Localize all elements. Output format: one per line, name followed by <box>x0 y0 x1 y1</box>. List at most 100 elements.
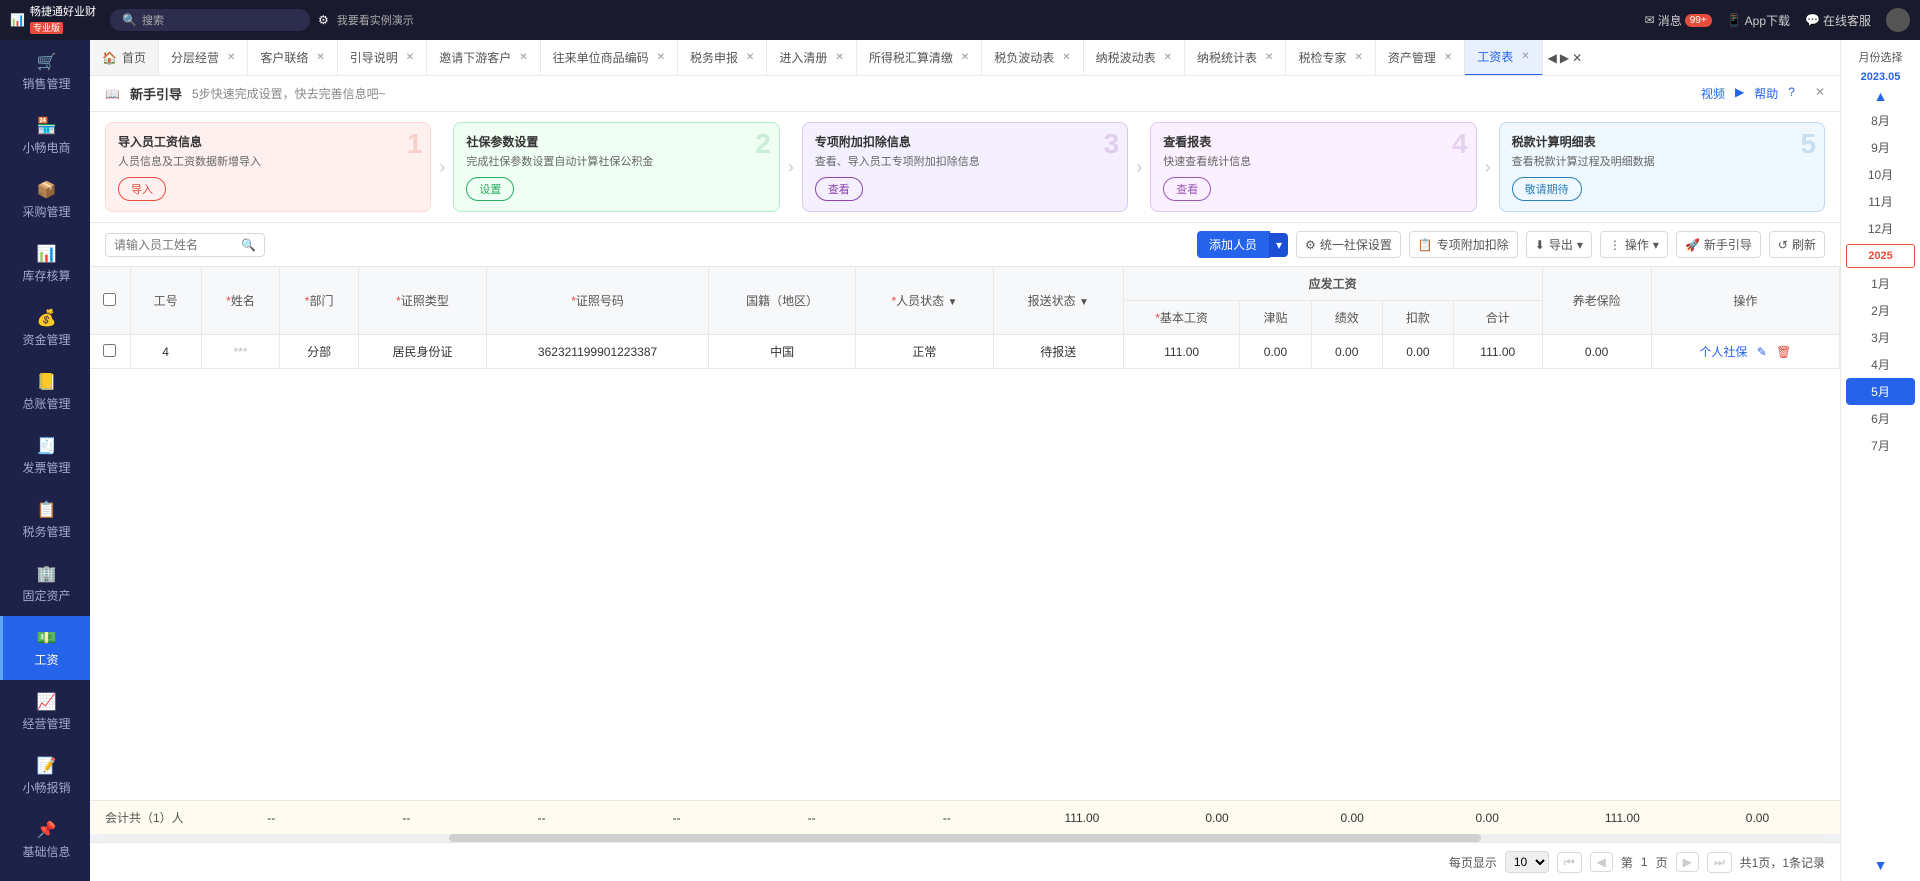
action-delete[interactable]: 🗑 <box>1776 345 1791 359</box>
tab-salary-table[interactable]: 工资表 ✕ <box>1465 40 1542 76</box>
month-8[interactable]: 8月 <box>1841 107 1920 134</box>
special-deduction-button[interactable]: 📋 专项附加扣除 <box>1409 231 1518 258</box>
sidebar-item-assets[interactable]: 🏢 固定资产 <box>0 552 90 616</box>
unified-settings-button[interactable]: ⚙ 统一社保设置 <box>1296 231 1401 258</box>
month-12[interactable]: 12月 <box>1841 215 1920 242</box>
sidebar-item-salary[interactable]: 💵 工资 <box>0 616 90 680</box>
tab-clearbook[interactable]: 进入清册 ✕ <box>767 40 856 76</box>
prev-page-button[interactable]: ◀ <box>1590 852 1613 872</box>
select-all-checkbox[interactable] <box>103 293 116 306</box>
month-5[interactable]: 5月 <box>1846 378 1915 405</box>
step-card-5: 5 税款计算明细表 查看税款计算过程及明细数据 敬请期待 <box>1499 122 1825 212</box>
sidebar-item-sales[interactable]: 🛒 销售管理 <box>0 40 90 104</box>
month-up-button[interactable]: ▲ <box>1871 85 1891 107</box>
operations-button[interactable]: ⋮ 操作 ▾ <box>1600 231 1668 258</box>
month-11[interactable]: 11月 <box>1841 188 1920 215</box>
step-btn-1[interactable]: 导入 <box>118 177 166 201</box>
tab-distribution-close[interactable]: ✕ <box>227 52 235 63</box>
tab-tax-expert-close[interactable]: ✕ <box>1354 52 1362 63</box>
tab-next-button[interactable]: ▶ <box>1560 51 1569 65</box>
tab-tax-reduce[interactable]: 税负波动表 ✕ <box>982 40 1083 76</box>
month-9[interactable]: 9月 <box>1841 134 1920 161</box>
tab-tax-report[interactable]: 税务申报 ✕ <box>678 40 767 76</box>
page-size-select[interactable]: 10 20 50 <box>1505 851 1549 873</box>
tab-intro-close[interactable]: ✕ <box>406 52 414 63</box>
sidebar-item-ledger[interactable]: 📒 总账管理 <box>0 360 90 424</box>
tab-distribution[interactable]: 分层经营 ✕ <box>159 40 248 76</box>
month-4[interactable]: 4月 <box>1841 351 1920 378</box>
sidebar-item-purchase[interactable]: 📦 采购管理 <box>0 168 90 232</box>
month-1[interactable]: 1月 <box>1841 270 1920 297</box>
sidebar-item-invoice[interactable]: 🧾 发票管理 <box>0 424 90 488</box>
action-personal-insurance[interactable]: 个人社保 <box>1699 345 1747 359</box>
tab-close-all-button[interactable]: ✕ <box>1572 51 1582 65</box>
search-employee-box[interactable]: 🔍 <box>105 233 265 257</box>
last-page-button[interactable]: ⏭ <box>1707 852 1732 873</box>
step-num-5: 5 <box>1800 128 1816 160</box>
sidebar-item-finance[interactable]: 💰 资金管理 <box>0 296 90 360</box>
tab-tax-count-close[interactable]: ✕ <box>1265 52 1273 63</box>
action-edit[interactable]: ✎ <box>1757 345 1767 359</box>
tab-invite[interactable]: 邀请下游客户 ✕ <box>427 40 540 76</box>
tab-tax-calc[interactable]: 所得税汇算清缴 ✕ <box>857 40 982 76</box>
settings-icon[interactable]: ⚙ <box>318 13 329 27</box>
tab-tax-report-close[interactable]: ✕ <box>746 52 754 63</box>
tab-tax-expert[interactable]: 税检专家 ✕ <box>1286 40 1375 76</box>
app-download-button[interactable]: 📱 App下载 <box>1727 12 1790 29</box>
message-button[interactable]: ✉ 消息 99+ <box>1645 12 1712 29</box>
guide-help-link[interactable]: 帮助 <box>1754 85 1778 102</box>
guide-video-link[interactable]: 视频 <box>1701 85 1725 102</box>
month-2[interactable]: 2月 <box>1841 297 1920 324</box>
tab-asset-mgmt-close[interactable]: ✕ <box>1444 52 1452 63</box>
export-button[interactable]: ⬇ 导出 ▾ <box>1526 231 1592 258</box>
step-btn-3[interactable]: 查看 <box>815 177 863 201</box>
tab-customer-close[interactable]: ✕ <box>316 52 324 63</box>
sidebar-item-system[interactable]: ⚙ 系统管理 <box>0 872 90 881</box>
tab-clearbook-close[interactable]: ✕ <box>835 52 843 63</box>
guide-close-button[interactable]: ✕ <box>1815 85 1825 102</box>
search-employee-input[interactable] <box>114 238 236 252</box>
horizontal-scrollbar[interactable] <box>105 834 1825 842</box>
tab-tax-stat[interactable]: 纳税波动表 ✕ <box>1084 40 1185 76</box>
tab-product-code-close[interactable]: ✕ <box>657 52 665 63</box>
add-employee-dropdown-button[interactable]: ▾ <box>1270 233 1288 257</box>
tab-invite-close[interactable]: ✕ <box>519 52 527 63</box>
tab-prev-button[interactable]: ◀ <box>1548 51 1557 65</box>
page-label: 第 <box>1621 854 1633 871</box>
sidebar-item-marketing[interactable]: 📝 小畅报销 <box>0 744 90 808</box>
tab-home[interactable]: 🏠 首页 <box>90 40 159 76</box>
tab-tax-calc-close[interactable]: ✕ <box>961 52 969 63</box>
row-checkbox[interactable] <box>103 344 116 357</box>
online-service-button[interactable]: 💬 在线客服 <box>1805 12 1871 29</box>
refresh-button[interactable]: ↺ 刷新 <box>1769 231 1825 258</box>
sidebar-item-ecommerce[interactable]: 🏪 小畅电商 <box>0 104 90 168</box>
tab-salary-table-close[interactable]: ✕ <box>1521 51 1529 62</box>
top-search-box[interactable]: 🔍 搜索 <box>110 9 310 31</box>
step-btn-2[interactable]: 设置 <box>466 177 514 201</box>
tab-customer[interactable]: 客户联络 ✕ <box>248 40 337 76</box>
month-down-button[interactable]: ▼ <box>1871 854 1891 876</box>
step-btn-4[interactable]: 查看 <box>1163 177 1211 201</box>
month-6[interactable]: 6月 <box>1841 405 1920 432</box>
new-guide-button[interactable]: 🚀 新手引导 <box>1676 231 1761 258</box>
add-employee-button[interactable]: 添加人员 <box>1197 231 1270 258</box>
demo-link[interactable]: 我要看实例演示 <box>337 12 414 28</box>
month-10[interactable]: 10月 <box>1841 161 1920 188</box>
sidebar-item-tax[interactable]: 📋 税务管理 <box>0 488 90 552</box>
sidebar-item-operation[interactable]: 📈 经营管理 <box>0 680 90 744</box>
next-page-button[interactable]: ▶ <box>1676 852 1699 872</box>
tab-tax-reduce-close[interactable]: ✕ <box>1062 52 1070 63</box>
sidebar-item-inventory[interactable]: 📊 库存核算 <box>0 232 90 296</box>
tab-asset-mgmt[interactable]: 资产管理 ✕ <box>1376 40 1465 76</box>
tab-product-code[interactable]: 往来单位商品编码 ✕ <box>541 40 678 76</box>
tab-intro[interactable]: 引导说明 ✕ <box>338 40 427 76</box>
first-page-button[interactable]: ⏮ <box>1557 852 1582 873</box>
month-7[interactable]: 7月 <box>1841 432 1920 459</box>
logo-icon: 📊 <box>10 13 25 27</box>
month-3[interactable]: 3月 <box>1841 324 1920 351</box>
tab-tax-count[interactable]: 纳税统计表 ✕ <box>1185 40 1286 76</box>
step-btn-5[interactable]: 敬请期待 <box>1512 177 1582 201</box>
avatar[interactable] <box>1886 8 1910 32</box>
sidebar-item-basic[interactable]: 📌 基础信息 <box>0 808 90 872</box>
tab-tax-stat-close[interactable]: ✕ <box>1164 52 1172 63</box>
